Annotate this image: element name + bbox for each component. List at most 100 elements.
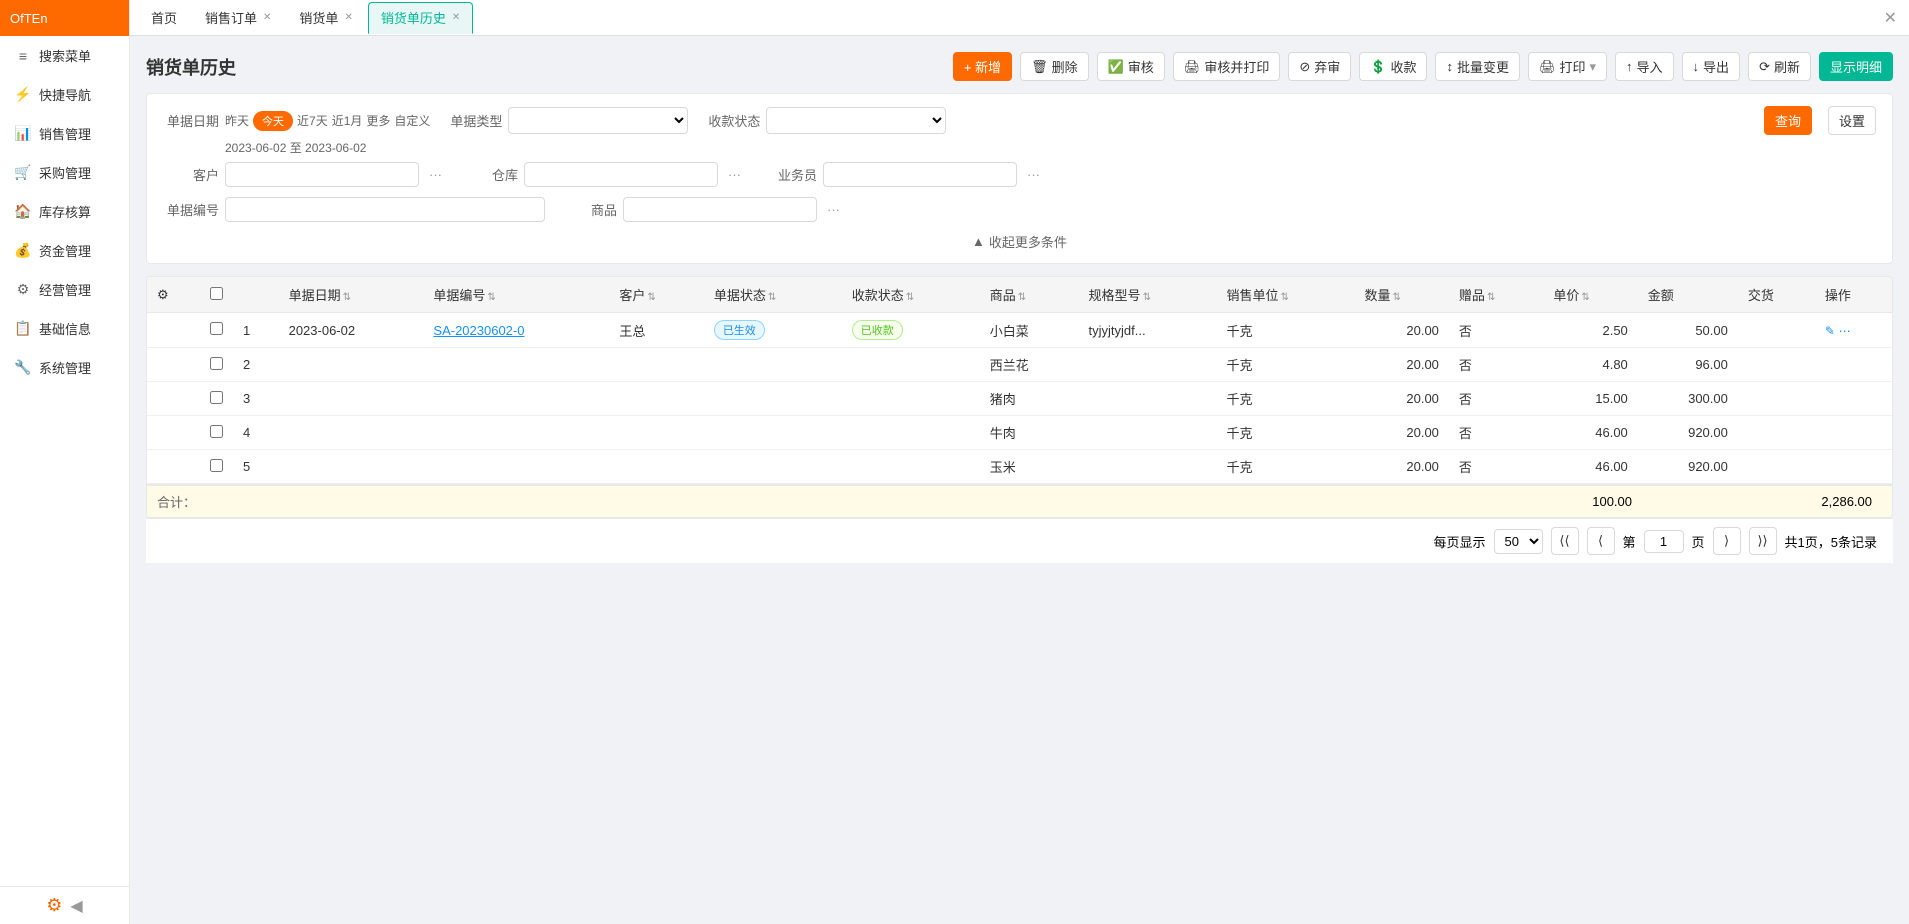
row-checkbox[interactable]: [210, 322, 223, 335]
first-page-button[interactable]: ⟨⟨: [1551, 527, 1579, 555]
warehouse-more-icon[interactable]: ···: [724, 167, 745, 182]
col-doc-date[interactable]: 单据日期⇅: [279, 277, 424, 313]
sidebar-item-basic-info[interactable]: 📋 基础信息: [0, 309, 129, 348]
select-all-checkbox[interactable]: [210, 287, 223, 300]
audit-button[interactable]: ✅ 审核: [1097, 52, 1165, 81]
sidebar-item-sales-mgmt[interactable]: 📊 销售管理: [0, 114, 129, 153]
tab-sales-history-close[interactable]: ✕: [452, 12, 460, 23]
date-1month[interactable]: 近1月: [332, 112, 363, 129]
sidebar-item-quick-nav[interactable]: ⚡ 快捷导航: [0, 75, 129, 114]
sidebar-item-search-menu[interactable]: ≡ 搜索菜单: [0, 36, 129, 75]
filter-product-item: 商品 ···: [561, 197, 844, 222]
tab-sales-order[interactable]: 销售订单 ✕: [192, 2, 284, 34]
sidebar-item-operation-mgmt[interactable]: ⚙ 经营管理: [0, 270, 129, 309]
delete-button[interactable]: 🗑 删除: [1020, 52, 1089, 81]
show-detail-button[interactable]: 显示明细: [1819, 52, 1893, 81]
tab-sales-order-close[interactable]: ✕: [263, 12, 271, 23]
doc-no-link[interactable]: SA-20230602-0: [433, 323, 524, 338]
next-page-button[interactable]: ⟩: [1713, 527, 1741, 555]
new-button[interactable]: + 新增: [953, 52, 1012, 81]
print-button[interactable]: 🖨 打印 ▾: [1528, 52, 1607, 81]
abandon-icon: ⊘: [1299, 59, 1310, 75]
date-today[interactable]: 今天: [253, 111, 293, 131]
refresh-icon: ⟳: [1759, 59, 1770, 75]
sidebar-collapse-icon[interactable]: ◀: [70, 896, 82, 916]
sidebar-item-label: 采购管理: [39, 163, 91, 182]
col-doc-status[interactable]: 单据状态⇅: [704, 277, 842, 313]
sidebar-item-finance-mgmt[interactable]: 💰 资金管理: [0, 231, 129, 270]
import-button[interactable]: ↑ 导入: [1615, 52, 1674, 81]
export-button[interactable]: ↓ 导出: [1682, 52, 1741, 81]
audit-print-button[interactable]: 🖨 审核并打印: [1173, 52, 1281, 81]
tab-sales-delivery[interactable]: 销货单 ✕: [286, 2, 365, 34]
cell-transaction: [1738, 450, 1815, 484]
tab-sales-delivery-close[interactable]: ✕: [344, 12, 352, 23]
doc-type-select[interactable]: [508, 107, 688, 134]
row-checkbox[interactable]: [210, 391, 223, 404]
date-custom[interactable]: 自定义: [394, 112, 430, 129]
collect-status-select[interactable]: [766, 107, 946, 134]
staff-more-icon[interactable]: ···: [1023, 167, 1044, 182]
doc-no-input[interactable]: [225, 197, 545, 222]
per-page-select[interactable]: 50: [1494, 529, 1543, 554]
settings-filter-button[interactable]: 设置: [1828, 106, 1876, 135]
col-collect-status[interactable]: 收款状态⇅: [842, 277, 980, 313]
cell-doc-no: [423, 382, 609, 416]
page-number-input[interactable]: [1644, 530, 1684, 553]
row-checkbox[interactable]: [210, 357, 223, 370]
batch-change-button[interactable]: ↕ 批量变更: [1435, 52, 1520, 81]
row-checkbox[interactable]: [210, 459, 223, 472]
cell-qty: 20.00: [1354, 416, 1448, 450]
tab-home[interactable]: 首页: [138, 2, 190, 34]
cell-product: 小白菜: [980, 313, 1079, 348]
import-icon: ↑: [1626, 59, 1633, 74]
customer-input[interactable]: [225, 162, 419, 187]
date-7days[interactable]: 近7天: [297, 112, 328, 129]
col-unit[interactable]: 销售单位⇅: [1217, 277, 1355, 313]
sidebar-item-purchase-mgmt[interactable]: 🛒 采购管理: [0, 153, 129, 192]
cell-doc-no: [423, 416, 609, 450]
data-table-container: ⚙ 单据日期⇅ 单据编号⇅ 客户⇅ 单据状态⇅ 收款状态⇅ 商品⇅ 规格型号⇅ …: [146, 276, 1893, 518]
date-more[interactable]: 更多: [366, 112, 390, 129]
product-input[interactable]: [623, 197, 817, 222]
col-product[interactable]: 商品⇅: [980, 277, 1079, 313]
cell-price: 15.00: [1543, 382, 1637, 416]
collect-button[interactable]: 💲 收款: [1359, 52, 1427, 81]
cell-customer: [609, 450, 703, 484]
staff-input[interactable]: [823, 162, 1017, 187]
col-settings[interactable]: ⚙: [147, 277, 200, 313]
close-all-tabs-icon[interactable]: ✕: [1880, 8, 1901, 28]
table-body: 1 2023-06-02 SA-20230602-0 王总 已生效 已收款 小白…: [147, 313, 1892, 484]
sidebar-item-system-mgmt[interactable]: 🔧 系统管理: [0, 348, 129, 387]
sidebar-settings-icon[interactable]: ⚙: [46, 895, 62, 916]
product-more-icon[interactable]: ···: [823, 202, 844, 217]
refresh-button[interactable]: ⟳ 刷新: [1748, 52, 1811, 81]
filter-date-value-row: 2023-06-02 至 2023-06-02: [163, 139, 1876, 156]
doc-status-badge: 已生效: [714, 320, 765, 340]
cell-unit: 千克: [1217, 313, 1355, 348]
col-price[interactable]: 单价⇅: [1543, 277, 1637, 313]
col-qty[interactable]: 数量⇅: [1354, 277, 1448, 313]
prev-page-button[interactable]: ⟨: [1587, 527, 1615, 555]
cell-spec: tyjyjtyjdf...: [1079, 313, 1217, 348]
col-customer[interactable]: 客户⇅: [609, 277, 703, 313]
abandon-button[interactable]: ⊘ 弃审: [1288, 52, 1351, 81]
row-checkbox[interactable]: [210, 425, 223, 438]
cell-doc-date: [279, 348, 424, 382]
date-yesterday[interactable]: 昨天: [225, 112, 249, 129]
collapse-filter-button[interactable]: ▲ 收起更多条件: [163, 232, 1876, 251]
sidebar-item-inventory[interactable]: 🏠 库存核算: [0, 192, 129, 231]
tab-sales-delivery-label: 销货单: [299, 8, 338, 27]
table-settings-icon[interactable]: ⚙: [157, 287, 169, 302]
search-button[interactable]: 查询: [1764, 106, 1812, 135]
warehouse-input[interactable]: [524, 162, 718, 187]
last-page-button[interactable]: ⟩⟩: [1749, 527, 1777, 555]
col-checkbox: [200, 277, 233, 313]
col-doc-no[interactable]: 单据编号⇅: [423, 277, 609, 313]
customer-more-icon[interactable]: ···: [425, 167, 446, 182]
action-edit-button[interactable]: ✎: [1825, 324, 1835, 338]
col-gift[interactable]: 赠品⇅: [1449, 277, 1543, 313]
tab-sales-history[interactable]: 销货单历史 ✕: [368, 2, 473, 34]
action-more-button[interactable]: ⋯: [1839, 324, 1851, 338]
col-spec[interactable]: 规格型号⇅: [1079, 277, 1217, 313]
